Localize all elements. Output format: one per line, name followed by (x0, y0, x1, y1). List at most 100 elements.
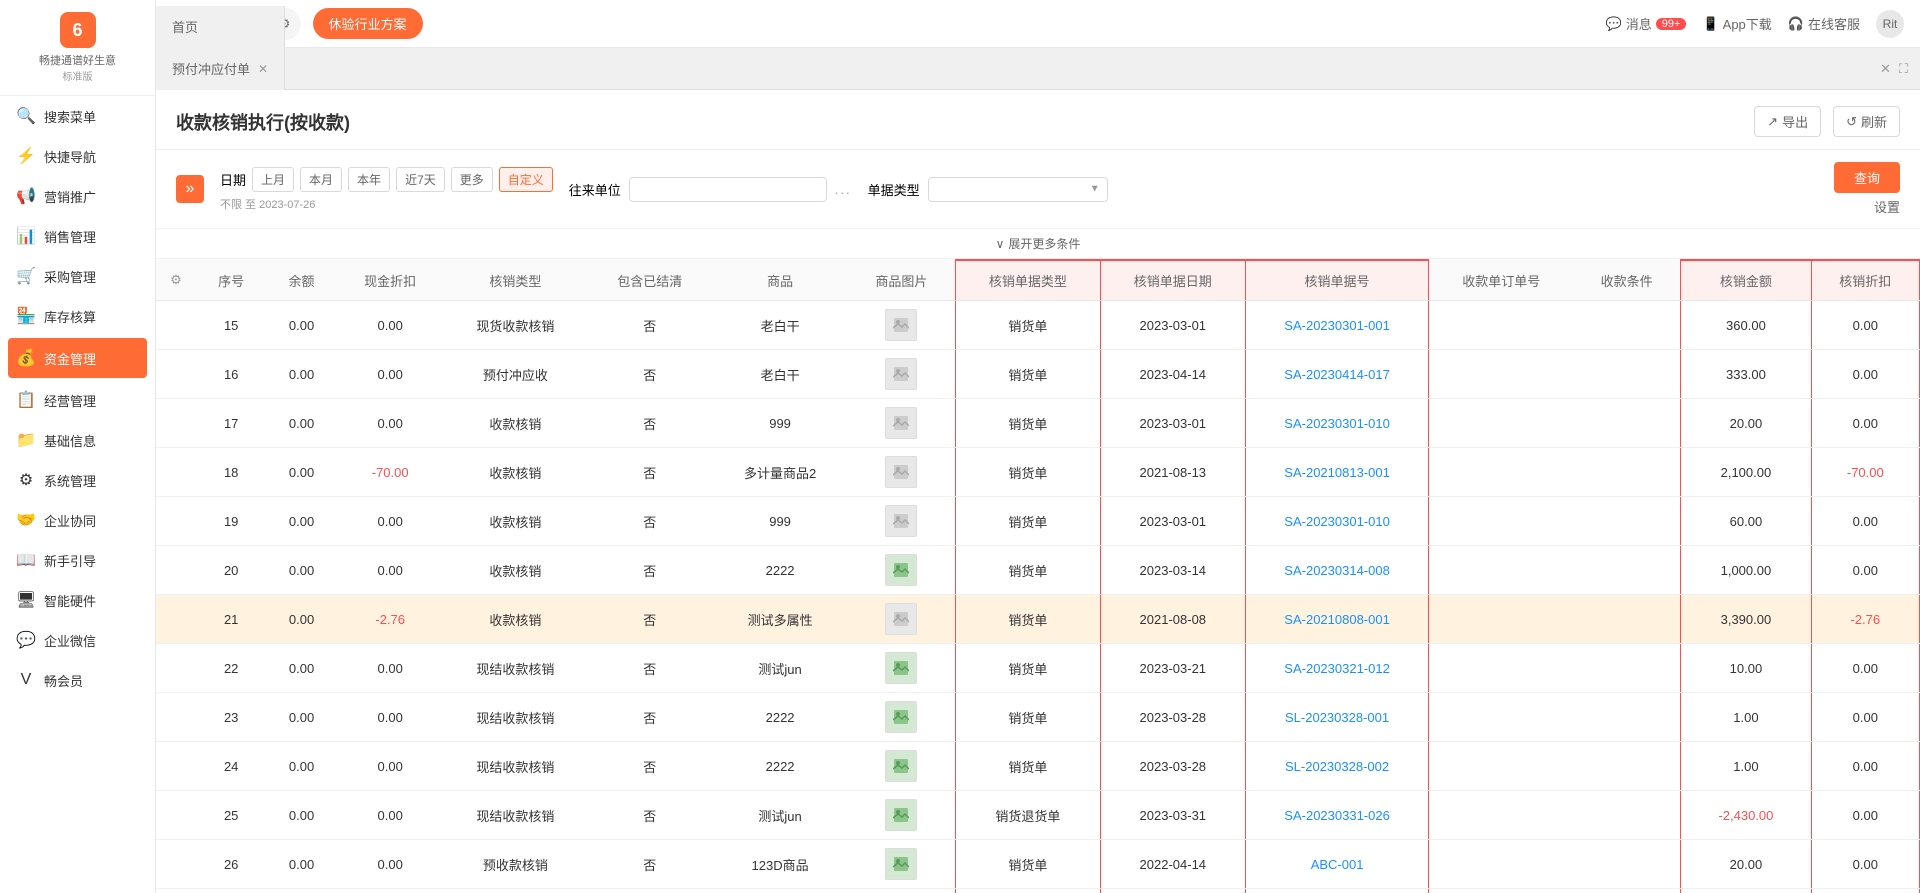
sidebar-icon: 🛒 (16, 266, 36, 286)
cell-cancel_type: 现结收款核销 (444, 693, 588, 742)
cell-cancel_bill_no[interactable]: SA-20230301-010 (1245, 497, 1429, 546)
online-service-label: 在线客服 (1808, 14, 1860, 33)
bill-no-link[interactable]: SA-20230301-001 (1284, 318, 1390, 333)
cell-include_cleared: 否 (587, 693, 712, 742)
cell-cancel_bill_no[interactable]: SA-20210808-001 (1245, 595, 1429, 644)
sidebar-item-企业微信[interactable]: 💬企业微信 (0, 620, 155, 660)
message-badge[interactable]: 💬 消息 99+ (1606, 14, 1687, 33)
cell-cancel_discount: -2.76 (1811, 595, 1919, 644)
bill-no-link[interactable]: SA-20230314-008 (1284, 563, 1390, 578)
product-image (885, 456, 917, 488)
date-btn-this-month[interactable]: 本月 (300, 167, 342, 192)
refresh-icon: ↺ (1846, 114, 1857, 130)
sidebar-item-系统管理[interactable]: ⚙ 系统管理 (0, 460, 155, 500)
sidebar-item-营销推广[interactable]: 📢营销推广 (0, 176, 155, 216)
filter-settings-link[interactable]: 设置 (1874, 197, 1900, 216)
cell-cancel_bill_no[interactable]: SL-20230328-002 (1245, 742, 1429, 791)
online-service[interactable]: 🎧 在线客服 (1788, 14, 1860, 33)
cell-product_img (848, 840, 956, 889)
sidebar-label: 库存核算 (44, 307, 96, 326)
cell-cancel_bill_no[interactable]: SL-20230328-001 (1245, 693, 1429, 742)
cell-cancel_amount: 20.00 (1681, 840, 1811, 889)
export-btn[interactable]: ↗ 导出 (1754, 106, 1821, 137)
cell-cancel_bill_no[interactable]: SA-20230301-001 (1245, 301, 1429, 350)
sidebar-icon: V (16, 670, 36, 690)
date-btn-more[interactable]: 更多 (451, 167, 493, 192)
cell-product: 2222 (712, 742, 847, 791)
refresh-btn[interactable]: ↺ 刷新 (1833, 106, 1900, 137)
sidebar-item-新手引导[interactable]: 📖新手引导 (0, 540, 155, 580)
bill-no-link[interactable]: ABC-001 (1311, 857, 1364, 872)
expand-more-bar[interactable]: ∨ 展开更多条件 (156, 229, 1920, 259)
cell-receipt_order_no (1429, 350, 1573, 399)
bill-no-link[interactable]: SA-20210813-001 (1284, 465, 1390, 480)
cell-product: 2222 (712, 546, 847, 595)
cell-receipt_condition (1573, 889, 1681, 893)
app-icon: 📱 (1702, 16, 1718, 32)
sidebar-icon: 🖥 (16, 590, 36, 610)
sidebar-label: 销售管理 (44, 227, 96, 246)
row-settings (156, 791, 196, 840)
sidebar-label: 快捷导航 (44, 147, 96, 166)
bill-no-link[interactable]: SA-20230321-012 (1284, 661, 1390, 676)
cell-cancel_bill_type: 销货单 (955, 889, 1100, 893)
cell-include_cleared: 否 (587, 595, 712, 644)
date-btn-last-month[interactable]: 上月 (252, 167, 294, 192)
row-settings (156, 644, 196, 693)
page-content: 收款核销执行(按收款) ↗ 导出 ↺ 刷新 » 日期 上月 本月 (156, 90, 1920, 893)
bill-no-link[interactable]: SA-20230414-017 (1284, 367, 1390, 382)
type-select[interactable] (928, 177, 1108, 202)
sidebar-item-采购管理[interactable]: 🛒采购管理 (0, 256, 155, 296)
sidebar-item-资金管理[interactable]: 💰资金管理 (8, 338, 147, 378)
bill-no-link[interactable]: SA-20210808-001 (1284, 612, 1390, 627)
sidebar-item-库存核算[interactable]: 🏪库存核算 (0, 296, 155, 336)
query-btn[interactable]: 查询 (1834, 162, 1900, 193)
close-tab-icon[interactable]: ✕ (1880, 61, 1891, 77)
bill-no-link[interactable]: SL-20230328-001 (1285, 710, 1389, 725)
sidebar-item-销售管理[interactable]: 📊销售管理 (0, 216, 155, 256)
date-btn-this-year[interactable]: 本年 (348, 167, 390, 192)
cell-cancel_bill_no[interactable]: SA-20210813-001 (1245, 448, 1429, 497)
cell-cancel_bill_no[interactable]: ABC-001 (1245, 840, 1429, 889)
bill-no-link[interactable]: SA-20230301-010 (1284, 416, 1390, 431)
logo-icon: 6 (60, 12, 96, 48)
industry-btn[interactable]: 休验行业方案 (313, 8, 423, 39)
cell-cancel_amount: 10.00 (1681, 644, 1811, 693)
date-range-text: 不限 至 2023-07-26 (220, 196, 315, 212)
cell-cancel_bill_no[interactable]: SA-20230314-008 (1245, 546, 1429, 595)
tab-0[interactable]: 首页 (156, 6, 285, 48)
sidebar-label: 系统管理 (44, 471, 96, 490)
cell-cancel_bill_no[interactable]: SA-20230414-017 (1245, 350, 1429, 399)
cell-product: 123D商品 (712, 840, 847, 889)
cell-cancel_bill_no[interactable]: SA-20230331-026 (1245, 791, 1429, 840)
cell-no: 26 (196, 840, 266, 889)
tab-1[interactable]: 预付冲应付单✕ (156, 48, 285, 90)
cell-cancel_bill_no[interactable]: SL-20230408-001 (1245, 889, 1429, 893)
date-btn-custom[interactable]: 自定义 (499, 167, 553, 192)
app-download[interactable]: 📱 App下载 (1702, 14, 1771, 33)
bill-no-link[interactable]: SL-20230328-002 (1285, 759, 1389, 774)
cell-no: 21 (196, 595, 266, 644)
sidebar-item-基础信息[interactable]: 📁基础信息 (0, 420, 155, 460)
fullscreen-icon[interactable]: ⛶ (1899, 61, 1908, 77)
sidebar-item-快捷导航[interactable]: ⚡快捷导航 (0, 136, 155, 176)
sidebar-item-畅会员[interactable]: V畅会员 (0, 660, 155, 700)
partner-input[interactable] (629, 177, 827, 202)
cell-cash_discount: 0.00 (337, 742, 444, 791)
bill-no-link[interactable]: SA-20230301-010 (1284, 514, 1390, 529)
filter-expand-btn[interactable]: » (176, 175, 204, 203)
cell-cancel_bill_no[interactable]: SA-20230301-010 (1245, 399, 1429, 448)
sidebar-item-经营管理[interactable]: 📋经营管理 (0, 380, 155, 420)
table-container[interactable]: ⚙序号余额现金折扣核销类型包含已结清商品商品图片核销单据类型核销单据日期核销单据… (156, 259, 1920, 893)
sidebar-item-企业协同[interactable]: 🤝企业协同 (0, 500, 155, 540)
table-settings-icon[interactable]: ⚙ (170, 272, 182, 287)
table-row: 150.000.00现货收款核销否老白干销货单2023-03-01SA-2023… (156, 301, 1920, 350)
date-btn-7days[interactable]: 近7天 (396, 167, 445, 192)
sidebar-icon: ⚙ (16, 470, 36, 490)
sidebar-item-搜索菜单[interactable]: 🔍搜索菜单 (0, 96, 155, 136)
cell-cancel_bill_no[interactable]: SA-20230321-012 (1245, 644, 1429, 693)
bill-no-link[interactable]: SA-20230331-026 (1284, 808, 1390, 823)
tab-close-btn[interactable]: ✕ (258, 62, 268, 76)
user-avatar[interactable]: Rit (1876, 10, 1904, 38)
sidebar-item-智能硬件[interactable]: 🖥智能硬件 (0, 580, 155, 620)
